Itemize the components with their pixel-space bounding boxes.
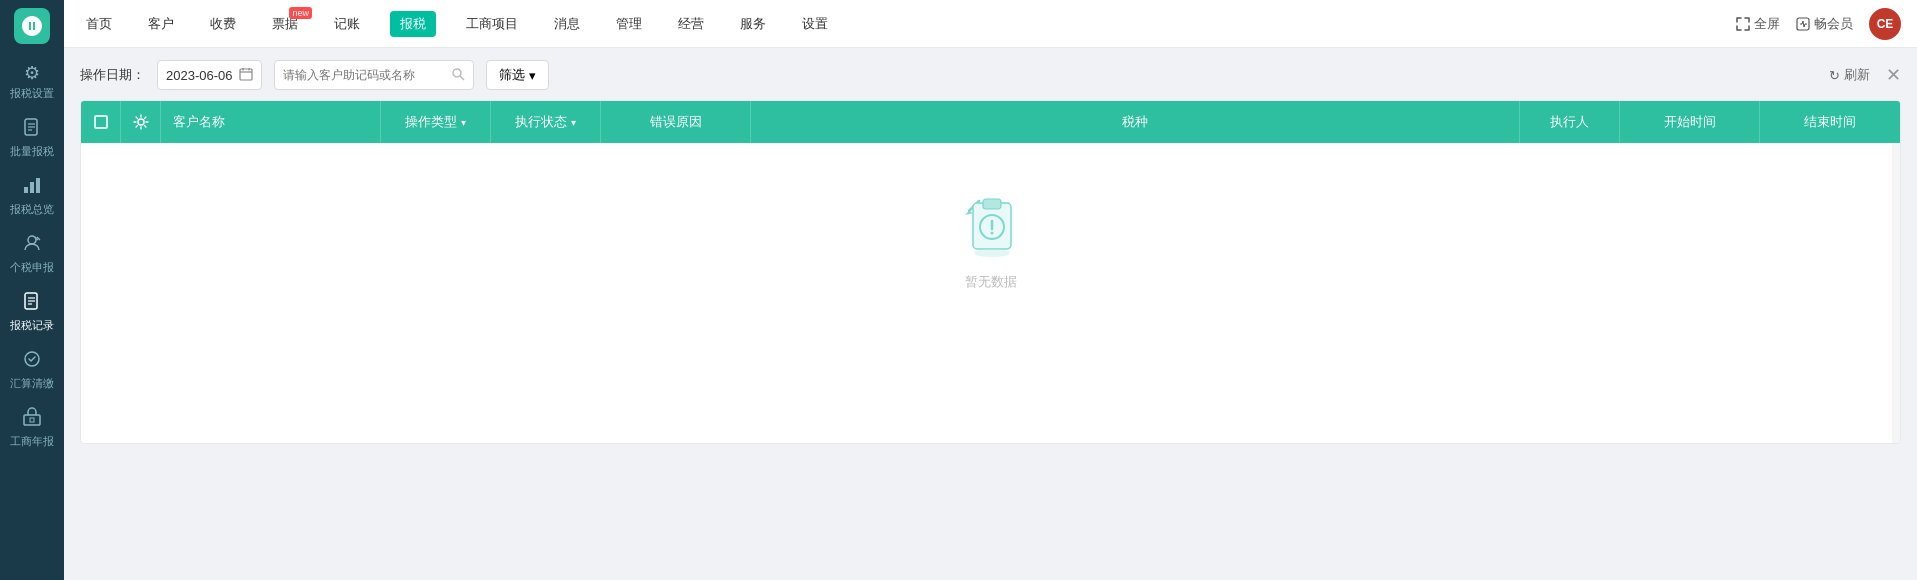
chevron-down-icon: ▾ [529,68,536,83]
th-cuowu-yuanyin: 错误原因 [601,101,751,143]
scrollbar[interactable] [1892,143,1900,443]
th-jieshu-shijian: 结束时间 [1760,101,1900,143]
geshui-shenbao-icon [22,233,42,258]
svg-marker-26 [965,211,973,215]
svg-point-22 [453,69,461,77]
svg-rect-28 [983,199,1001,209]
nav-jingying[interactable]: 经营 [672,11,710,37]
huisuan-jiaona-icon [22,349,42,374]
nav-shoufei[interactable]: 收费 [204,11,242,37]
nav-shezhi[interactable]: 设置 [796,11,834,37]
svg-point-24 [138,119,144,125]
table-body: 暂无数据 [81,143,1900,443]
sidebar-item-piliang-baoshui[interactable]: 批量报税 [0,109,64,167]
svg-rect-15 [24,415,40,425]
top-nav: 首页 客户 收费 票据 new 记账 报税 工商项目 消息 管理 经营 服务 设… [64,0,1917,48]
th-shuizhong: 税种 [751,101,1520,143]
empty-illustration [951,183,1031,273]
new-badge: new [289,7,312,20]
svg-point-32 [974,249,1010,257]
svg-rect-4 [24,187,28,193]
th-settings[interactable] [121,101,161,143]
date-value: 2023-06-06 [166,68,233,83]
nav-xiaoxi[interactable]: 消息 [548,11,586,37]
filter-btn[interactable]: 筛选 ▾ [486,60,549,90]
fullscreen-btn[interactable]: 全屏 [1736,15,1780,33]
baoshui-jilu-icon [22,291,42,316]
sort-icon-caozuo: ▾ [461,117,466,128]
svg-rect-16 [30,418,34,422]
nav-right: 全屏 畅会员 CE [1736,8,1901,40]
svg-rect-18 [240,69,252,80]
table-header: 客户名称 操作类型 ▾ 执行状态 ▾ 错误原因 税种 执行人 [81,101,1900,143]
gongshang-nianbao-icon [22,407,42,432]
date-input[interactable]: 2023-06-06 [157,60,262,90]
sort-icon-zhixing: ▾ [571,117,576,128]
th-zhixingren: 执行人 [1520,101,1620,143]
empty-text: 暂无数据 [965,273,1017,291]
member-btn[interactable]: 畅会员 [1796,15,1853,33]
svg-rect-5 [30,182,34,193]
empty-state: 暂无数据 [81,143,1900,331]
select-all-checkbox[interactable] [94,115,108,129]
th-checkbox[interactable] [81,101,121,143]
sidebar-item-geshui-shenbao[interactable]: 个税申报 [0,225,64,283]
close-btn[interactable]: ✕ [1886,64,1901,86]
table: 客户名称 操作类型 ▾ 执行状态 ▾ 错误原因 税种 执行人 [80,100,1901,444]
nav-shouye[interactable]: 首页 [80,11,118,37]
piliang-baoshui-icon [22,117,42,142]
th-kaishi-shijian: 开始时间 [1620,101,1760,143]
fullscreen-icon [1736,17,1750,31]
nav-piaoju[interactable]: 票据 new [266,11,304,37]
sidebar-logo[interactable] [14,8,50,44]
nav-gongshang-xiangmu[interactable]: 工商项目 [460,11,524,37]
svg-point-7 [28,236,36,244]
sidebar-item-baoshui-zonlan[interactable]: 报税总览 [0,167,64,225]
date-label: 操作日期： [80,66,145,84]
refresh-btn[interactable]: ↻ 刷新 [1829,66,1870,84]
sidebar-item-baoshui-shezhi[interactable]: ⚙ 报税设置 [0,54,64,109]
close-icon: ✕ [1886,64,1901,86]
svg-point-31 [990,232,993,235]
content: 操作日期： 2023-06-06 [64,48,1917,580]
toolbar: 操作日期： 2023-06-06 [80,60,1901,90]
baoshui-shezhi-icon: ⚙ [24,62,40,84]
nav-baoshui[interactable]: 报税 [390,11,436,37]
search-box[interactable] [274,60,474,90]
sidebar-item-baoshui-jilu[interactable]: 报税记录 [0,283,64,341]
avatar[interactable]: CE [1869,8,1901,40]
th-caozuo-leixing[interactable]: 操作类型 ▾ [381,101,491,143]
search-input[interactable] [283,68,447,82]
member-icon [1796,17,1810,31]
nav-fuwu[interactable]: 服务 [734,11,772,37]
baoshui-zonlan-icon [22,175,42,200]
nav-guanli[interactable]: 管理 [610,11,648,37]
search-icon [451,67,465,84]
nav-jizhang[interactable]: 记账 [328,11,366,37]
svg-line-23 [460,76,464,80]
calendar-icon [239,67,253,84]
nav-kehu[interactable]: 客户 [142,11,180,37]
th-zhixing-zhuangtai[interactable]: 执行状态 ▾ [491,101,601,143]
sidebar-item-huisuan-jiaona[interactable]: 汇算清缴 [0,341,64,399]
svg-rect-6 [36,178,40,193]
th-kehu-mingcheng: 客户名称 [161,101,381,143]
settings-icon [133,114,149,130]
sidebar-item-gongshang-nianbao[interactable]: 工商年报 [0,399,64,457]
sidebar: ⚙ 报税设置 批量报税 报税总览 [0,0,64,580]
refresh-icon: ↻ [1829,68,1840,83]
main-area: 首页 客户 收费 票据 new 记账 报税 工商项目 消息 管理 经营 服务 设… [64,0,1917,580]
